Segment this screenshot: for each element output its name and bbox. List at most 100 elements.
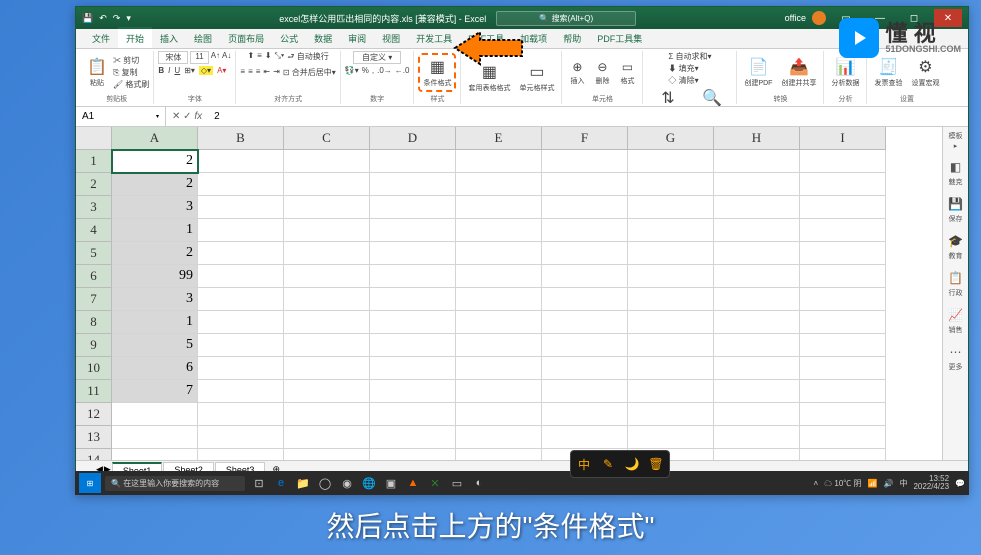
tab-view[interactable]: 视图 bbox=[374, 29, 408, 48]
cell[interactable] bbox=[370, 150, 456, 173]
row-header[interactable]: 6 bbox=[76, 265, 112, 288]
orientation-icon[interactable]: ⤡▾ bbox=[275, 51, 285, 65]
cell[interactable] bbox=[714, 403, 800, 426]
cell[interactable]: 3 bbox=[112, 196, 198, 219]
fapiao-button[interactable]: 🧾发票查验 bbox=[871, 55, 905, 90]
font-size-select[interactable]: 11 bbox=[190, 51, 208, 64]
cell[interactable] bbox=[542, 219, 628, 242]
cell[interactable] bbox=[112, 449, 198, 460]
cell[interactable] bbox=[284, 219, 370, 242]
cell[interactable] bbox=[198, 288, 284, 311]
cell[interactable] bbox=[542, 265, 628, 288]
right-pane-item[interactable]: 📈销售 bbox=[947, 306, 965, 335]
column-header[interactable]: I bbox=[800, 127, 886, 150]
column-header[interactable]: B bbox=[198, 127, 284, 150]
increase-font-icon[interactable]: A↑ bbox=[211, 51, 220, 64]
create-share-button[interactable]: 📤创建并共享 bbox=[778, 55, 819, 90]
cell[interactable] bbox=[198, 334, 284, 357]
row-header[interactable]: 3 bbox=[76, 196, 112, 219]
cell[interactable] bbox=[456, 357, 542, 380]
chrome-icon[interactable]: 🌐 bbox=[359, 473, 379, 493]
column-header[interactable]: D bbox=[370, 127, 456, 150]
tab-draw[interactable]: 绘图 bbox=[186, 29, 220, 48]
tray-chevron-icon[interactable]: ˄ bbox=[813, 479, 818, 488]
cell[interactable] bbox=[198, 311, 284, 334]
copy-button[interactable]: ⎘ 复制 bbox=[113, 67, 149, 78]
cell[interactable]: 99 bbox=[112, 265, 198, 288]
cell[interactable] bbox=[714, 449, 800, 460]
cell[interactable] bbox=[542, 426, 628, 449]
cell[interactable] bbox=[800, 311, 886, 334]
clear-button[interactable]: ◇ 清除▾ bbox=[668, 75, 698, 86]
cell[interactable] bbox=[800, 334, 886, 357]
cell[interactable] bbox=[284, 311, 370, 334]
cell[interactable] bbox=[198, 173, 284, 196]
cell[interactable]: 5 bbox=[112, 334, 198, 357]
cell[interactable] bbox=[198, 403, 284, 426]
cell[interactable] bbox=[284, 357, 370, 380]
cell[interactable] bbox=[456, 265, 542, 288]
app-icon[interactable]: ✕ bbox=[425, 473, 445, 493]
cell[interactable] bbox=[456, 380, 542, 403]
cell[interactable] bbox=[198, 219, 284, 242]
number-format-select[interactable]: 自定义 ▾ bbox=[353, 51, 401, 64]
cell[interactable] bbox=[370, 403, 456, 426]
row-header[interactable]: 5 bbox=[76, 242, 112, 265]
cell[interactable] bbox=[800, 288, 886, 311]
right-pane-item[interactable]: 💾保存 bbox=[947, 195, 965, 224]
cell[interactable] bbox=[284, 173, 370, 196]
fx-icon[interactable]: ✕ ✓ fx bbox=[166, 111, 208, 122]
cell[interactable] bbox=[456, 426, 542, 449]
cell[interactable] bbox=[370, 242, 456, 265]
app-icon[interactable]: ▭ bbox=[447, 473, 467, 493]
cell[interactable]: 6 bbox=[112, 357, 198, 380]
cell[interactable] bbox=[800, 150, 886, 173]
cell[interactable] bbox=[456, 196, 542, 219]
cell[interactable] bbox=[112, 403, 198, 426]
app-icon[interactable]: ▲ bbox=[403, 473, 423, 493]
table-format-button[interactable]: ▦ 套用表格格式 bbox=[465, 60, 513, 95]
cell[interactable] bbox=[628, 242, 714, 265]
increase-decimal-icon[interactable]: .0→ bbox=[377, 66, 392, 75]
cell[interactable] bbox=[628, 265, 714, 288]
cell[interactable] bbox=[714, 265, 800, 288]
cell[interactable] bbox=[628, 311, 714, 334]
bold-button[interactable]: B bbox=[158, 66, 164, 75]
cell[interactable] bbox=[456, 219, 542, 242]
cell[interactable] bbox=[628, 334, 714, 357]
cell[interactable] bbox=[628, 403, 714, 426]
indent-decrease-icon[interactable]: ⇤ bbox=[263, 67, 270, 78]
row-header[interactable]: 14 bbox=[76, 449, 112, 460]
row-header[interactable]: 12 bbox=[76, 403, 112, 426]
ribbon-display-icon[interactable]: ▭ bbox=[832, 9, 860, 27]
cell[interactable] bbox=[198, 196, 284, 219]
notifications-icon[interactable]: 💬 bbox=[955, 479, 965, 488]
cell[interactable] bbox=[198, 242, 284, 265]
recorder-pen-icon[interactable]: ✎ bbox=[597, 453, 619, 475]
cell[interactable] bbox=[628, 196, 714, 219]
cell[interactable]: 2 bbox=[112, 173, 198, 196]
row-header[interactable]: 4 bbox=[76, 219, 112, 242]
cell[interactable] bbox=[800, 242, 886, 265]
weather-widget[interactable]: ☁ 10℃ 阴 bbox=[824, 478, 861, 489]
cell[interactable] bbox=[370, 380, 456, 403]
tab-addins[interactable]: 加载项 bbox=[512, 29, 555, 48]
decrease-font-icon[interactable]: A↓ bbox=[222, 51, 231, 64]
cell[interactable] bbox=[542, 334, 628, 357]
analyze-button[interactable]: 📊分析数据 bbox=[828, 55, 862, 90]
app-icon[interactable]: ◉ bbox=[337, 473, 357, 493]
cell[interactable] bbox=[800, 380, 886, 403]
cell[interactable] bbox=[284, 449, 370, 460]
cell[interactable]: 2 bbox=[112, 242, 198, 265]
align-top-icon[interactable]: ⬆ bbox=[247, 51, 254, 65]
redo-icon[interactable]: ↷ bbox=[113, 13, 121, 24]
cell[interactable] bbox=[284, 334, 370, 357]
taskbar-search[interactable]: 🔍 在这里输入你要搜索的内容 bbox=[105, 476, 245, 491]
tab-insert[interactable]: 插入 bbox=[152, 29, 186, 48]
cell[interactable] bbox=[542, 403, 628, 426]
macro-settings-button[interactable]: ⚙设置宏观 bbox=[908, 55, 942, 90]
cell[interactable]: 1 bbox=[112, 219, 198, 242]
column-header[interactable]: A bbox=[112, 127, 198, 150]
cell[interactable] bbox=[370, 219, 456, 242]
tab-file[interactable]: 文件 bbox=[84, 29, 118, 48]
